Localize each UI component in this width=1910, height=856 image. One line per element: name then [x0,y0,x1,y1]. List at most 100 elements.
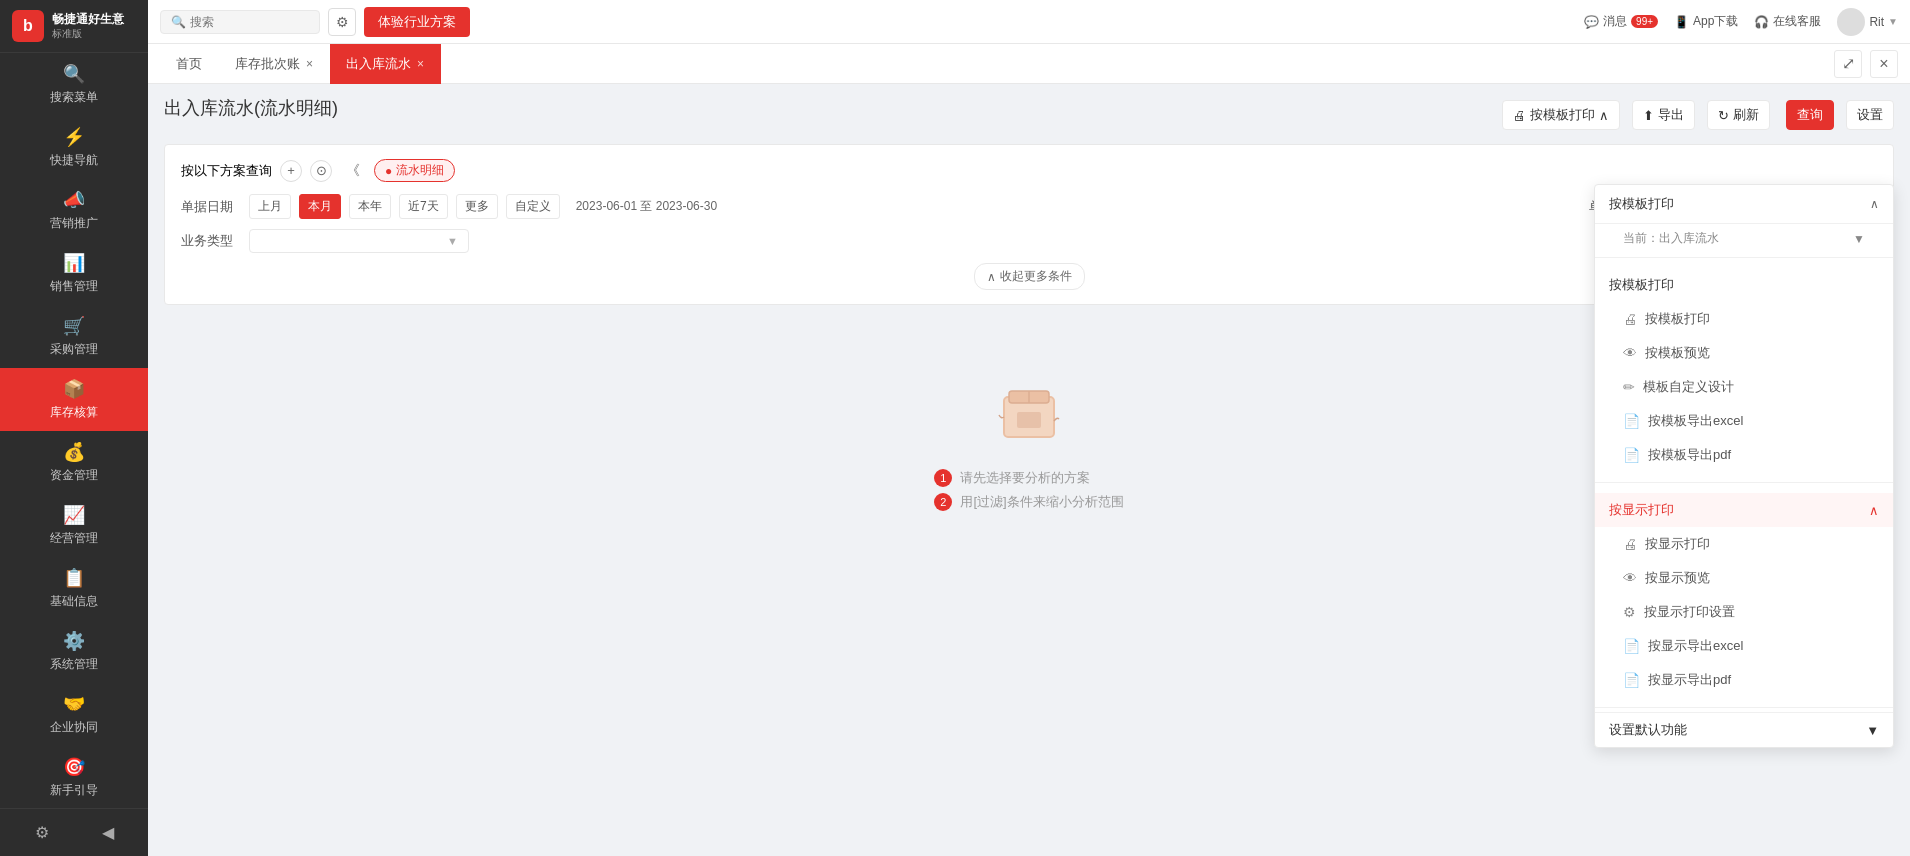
sidebar-item-newbie[interactable]: 🎯 新手引导 [0,746,148,808]
tab-inout-flow-close[interactable]: × [417,57,424,71]
sidebar-settings-btn[interactable]: ⚙ [31,819,53,846]
more-date-btn[interactable]: 更多 [456,194,498,219]
tab-home[interactable]: 首页 [160,44,219,84]
online-service-btn[interactable]: 🎧 在线客服 [1754,13,1821,30]
filter-settings-btn[interactable]: ⊙ [310,160,332,182]
sidebar-item-inventory[interactable]: 📦 库存核算 [0,368,148,431]
template-export-pdf-item[interactable]: 📄 按模板导出pdf [1595,438,1893,472]
display-print-section: 按显示打印 ∧ 🖨 按显示打印 👁 按显示预览 ⚙ 按显示打印设置 📄 [1595,487,1893,703]
date-filter-label: 单据日期 [181,198,233,216]
display-print-settings-item[interactable]: ⚙ 按显示打印设置 [1595,595,1893,629]
biz-type-select[interactable]: ▼ [249,229,469,253]
current-label: 当前：出入库流水 [1623,230,1719,247]
page-toolbar: 出入库流水(流水明细) 🖨 按模板打印 ∧ ⬆ 导出 ↻ 刷新 查询 设置 [164,96,1894,134]
enterprise-icon: 🤝 [63,693,85,715]
filter-collapse-btn[interactable]: 《 [340,160,366,182]
display-settings-icon: ⚙ [1623,604,1636,620]
newbie-icon: 🎯 [63,756,85,778]
sales-icon: 📊 [63,252,85,274]
empty-steps: 1 请先选择要分析的方案 2 用[过滤]条件来缩小分析范围 [934,469,1123,511]
empty-step-1-text: 请先选择要分析的方案 [960,469,1090,487]
message-btn[interactable]: 💬 消息 99+ [1584,13,1658,30]
dropdown-panel-header: 按模板打印 ∧ [1595,185,1893,224]
current-month-btn[interactable]: 本月 [299,194,341,219]
prev-month-btn[interactable]: 上月 [249,194,291,219]
template-print-section-header[interactable]: 按模板打印 [1595,268,1893,302]
dropdown-chevron-icon[interactable]: ∧ [1870,197,1879,211]
printer-icon: 🖨 [1623,311,1637,327]
sidebar-item-system[interactable]: ⚙️ 系统管理 [0,620,148,683]
date-range-display: 2023-06-01 至 2023-06-30 [576,198,717,215]
last-7-days-btn[interactable]: 近7天 [399,194,448,219]
search-input[interactable] [190,15,310,29]
sidebar-item-basic-info[interactable]: 📋 基础信息 [0,557,148,620]
display-print-section-header[interactable]: 按显示打印 ∧ [1595,493,1893,527]
collapse-up-icon: ∧ [987,270,996,284]
marketing-icon: 📣 [63,189,85,211]
dropdown-current[interactable]: 当前：出入库流水 ▼ [1595,224,1893,253]
footer-label: 设置默认功能 [1609,721,1687,739]
template-preview-item[interactable]: 👁 按模板预览 [1595,336,1893,370]
export-label: 导出 [1658,106,1684,124]
tab-batch-account[interactable]: 库存批次账 × [219,44,330,84]
sidebar-logo: b 畅捷通好生意 标准版 [0,0,148,53]
sidebar-item-enterprise[interactable]: 🤝 企业协同 [0,683,148,746]
query-btn[interactable]: 查询 [1786,100,1834,130]
preview-icon: 👁 [1623,345,1637,361]
sidebar-item-purchase[interactable]: 🛒 采购管理 [0,305,148,368]
tab-batch-account-label: 库存批次账 [235,55,300,73]
sidebar-item-search[interactable]: 🔍 搜索菜单 [0,53,148,116]
app-download-btn[interactable]: 📱 App下载 [1674,13,1738,30]
excel-icon: 📄 [1623,413,1640,429]
dropdown-title: 按模板打印 [1609,195,1674,213]
app-logo-text: 畅捷通好生意 标准版 [52,11,124,42]
display-export-pdf-item[interactable]: 📄 按显示导出pdf [1595,663,1893,697]
settings-btn[interactable]: 设置 [1846,100,1894,130]
avatar [1837,8,1865,36]
display-print-item[interactable]: 🖨 按显示打印 [1595,527,1893,561]
display-preview-item[interactable]: 👁 按显示预览 [1595,561,1893,595]
dropdown-footer[interactable]: 设置默认功能 ▼ [1595,712,1893,747]
user-menu-btn[interactable]: Rit ▼ [1837,8,1898,36]
sidebar-item-finance[interactable]: 💰 资金管理 [0,431,148,494]
refresh-btn[interactable]: ↻ 刷新 [1707,100,1770,130]
sidebar-collapse-btn[interactable]: ◀ [98,819,118,846]
topbar-gear-btn[interactable]: ⚙ [328,8,356,36]
display-preview-icon: 👁 [1623,570,1637,586]
export-btn[interactable]: ⬆ 导出 [1632,100,1695,130]
message-label: 消息 [1603,13,1627,30]
industry-solution-btn[interactable]: 体验行业方案 [364,7,470,37]
tab-inout-flow[interactable]: 出入库流水 × [330,44,441,84]
app-download-label: App下载 [1693,13,1738,30]
system-icon: ⚙️ [63,630,85,652]
date-filter: 上月 本月 本年 近7天 更多 自定义 2023-06-01 至 2023-06… [249,194,717,219]
sidebar-item-quick-nav[interactable]: ⚡ 快捷导航 [0,116,148,179]
sidebar-item-sales[interactable]: 📊 销售管理 [0,242,148,305]
topbar-search-box[interactable]: 🔍 [160,10,320,34]
empty-step-1: 1 请先选择要分析的方案 [934,469,1123,487]
sidebar: b 畅捷通好生意 标准版 🔍 搜索菜单 ⚡ 快捷导航 📣 营销推广 📊 销售管理… [0,0,148,856]
close-window-btn[interactable]: × [1870,50,1898,78]
display-export-excel-item[interactable]: 📄 按显示导出excel [1595,629,1893,663]
sidebar-item-label: 新手引导 [50,782,98,799]
tab-batch-account-close[interactable]: × [306,57,313,71]
print-template-btn[interactable]: 🖨 按模板打印 ∧ [1502,100,1620,130]
pdf-icon: 📄 [1623,447,1640,463]
sidebar-item-marketing[interactable]: 📣 营销推广 [0,179,148,242]
maximize-btn[interactable]: ⤢ [1834,50,1862,78]
svg-rect-3 [1017,412,1041,428]
collapse-more-btn[interactable]: ∧ 收起更多条件 [974,263,1085,290]
sidebar-item-operations[interactable]: 📈 经营管理 [0,494,148,557]
template-custom-item[interactable]: ✏ 模板自定义设计 [1595,370,1893,404]
topbar-actions: 💬 消息 99+ 📱 App下载 🎧 在线客服 Rit ▼ [1584,8,1898,36]
sidebar-item-label: 搜索菜单 [50,89,98,106]
template-print-item[interactable]: 🖨 按模板打印 [1595,302,1893,336]
filter-add-btn[interactable]: + [280,160,302,182]
template-export-excel-item[interactable]: 📄 按模板导出excel [1595,404,1893,438]
custom-date-btn[interactable]: 自定义 [506,194,560,219]
toolbar-right: 🖨 按模板打印 ∧ ⬆ 导出 ↻ 刷新 查询 设置 [1502,100,1894,130]
filter-tag[interactable]: ● 流水明细 [374,159,455,182]
search-icon: 🔍 [171,15,186,29]
tab-inout-flow-label: 出入库流水 [346,55,411,73]
current-year-btn[interactable]: 本年 [349,194,391,219]
